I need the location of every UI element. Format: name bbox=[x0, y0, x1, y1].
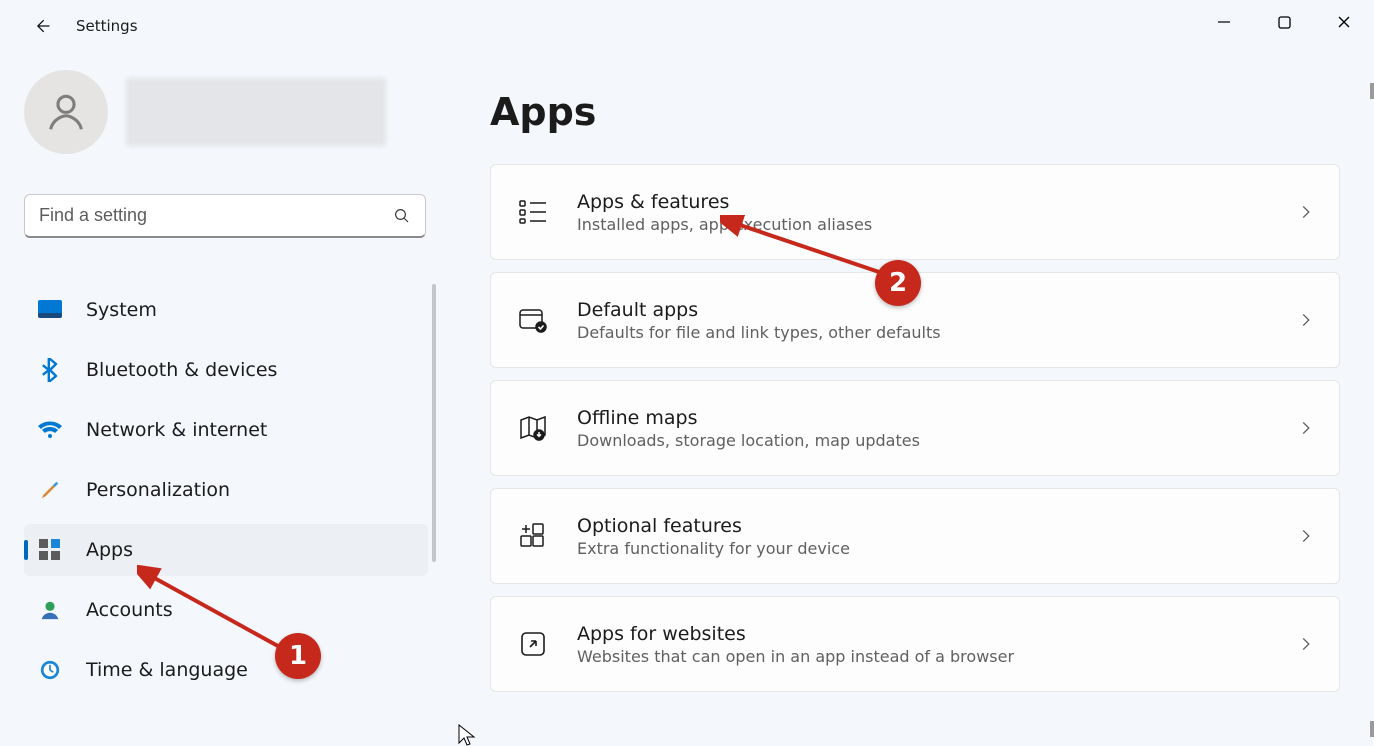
card-apps-websites[interactable]: Apps for websites Websites that can open… bbox=[490, 596, 1340, 692]
card-title: Apps for websites bbox=[577, 623, 1299, 645]
sidebar-item-label: Network & internet bbox=[86, 419, 267, 441]
apps-features-icon bbox=[517, 196, 549, 228]
sidebar-item-accounts[interactable]: Accounts bbox=[24, 584, 428, 636]
sidebar-item-bluetooth[interactable]: Bluetooth & devices bbox=[24, 344, 428, 396]
offline-maps-icon bbox=[517, 412, 549, 444]
sidebar-item-network[interactable]: Network & internet bbox=[24, 404, 428, 456]
card-title: Default apps bbox=[577, 299, 1299, 321]
window-controls bbox=[1194, 0, 1374, 44]
profile-name-redacted bbox=[126, 78, 386, 146]
search-input[interactable] bbox=[39, 205, 393, 226]
apps-websites-icon bbox=[517, 628, 549, 660]
search-box[interactable] bbox=[24, 194, 426, 238]
chevron-right-icon bbox=[1299, 205, 1313, 219]
sidebar-item-label: Apps bbox=[86, 539, 133, 561]
card-title: Optional features bbox=[577, 515, 1299, 537]
sidebar-item-time-language[interactable]: Time & language bbox=[24, 644, 428, 696]
arrow-left-icon bbox=[32, 16, 52, 36]
card-offline-maps[interactable]: Offline maps Downloads, storage location… bbox=[490, 380, 1340, 476]
sidebar-item-personalization[interactable]: Personalization bbox=[24, 464, 428, 516]
avatar bbox=[24, 70, 108, 154]
annotation-badge-1-label: 1 bbox=[289, 641, 307, 671]
card-subtitle: Extra functionality for your device bbox=[577, 539, 1299, 558]
clock-globe-icon bbox=[38, 658, 62, 682]
back-button[interactable] bbox=[22, 6, 62, 46]
card-apps-features[interactable]: Apps & features Installed apps, app exec… bbox=[490, 164, 1340, 260]
minimize-button[interactable] bbox=[1194, 0, 1254, 44]
page-scroll-bottom-hint[interactable] bbox=[1370, 721, 1374, 737]
sidebar: System Bluetooth & devices Network & int… bbox=[0, 52, 444, 743]
page-title: Apps bbox=[490, 90, 1340, 134]
sidebar-item-system[interactable]: System bbox=[24, 284, 428, 336]
profile-block[interactable] bbox=[24, 66, 434, 158]
display-icon bbox=[38, 298, 62, 322]
sidebar-item-label: Bluetooth & devices bbox=[86, 359, 277, 381]
sidebar-item-label: Accounts bbox=[86, 599, 173, 621]
bluetooth-icon bbox=[38, 358, 62, 382]
titlebar: Settings bbox=[0, 0, 1374, 52]
card-optional-features[interactable]: Optional features Extra functionality fo… bbox=[490, 488, 1340, 584]
page-scroll-top-hint[interactable] bbox=[1370, 83, 1374, 99]
chevron-right-icon bbox=[1299, 313, 1313, 327]
card-subtitle: Installed apps, app execution aliases bbox=[577, 215, 1299, 234]
close-button[interactable] bbox=[1314, 0, 1374, 44]
card-title: Offline maps bbox=[577, 407, 1299, 429]
sidebar-item-apps[interactable]: Apps bbox=[24, 524, 428, 576]
person-icon bbox=[43, 89, 89, 135]
chevron-right-icon bbox=[1299, 421, 1313, 435]
apps-icon bbox=[38, 538, 62, 562]
card-subtitle: Websites that can open in an app instead… bbox=[577, 647, 1299, 666]
optional-features-icon bbox=[517, 520, 549, 552]
annotation-badge-1: 1 bbox=[275, 633, 321, 679]
close-icon bbox=[1337, 15, 1351, 29]
nav-list: System Bluetooth & devices Network & int… bbox=[24, 284, 434, 704]
maximize-icon bbox=[1278, 16, 1291, 29]
maximize-button[interactable] bbox=[1254, 0, 1314, 44]
nav-scrollbar[interactable] bbox=[432, 284, 436, 562]
accounts-icon bbox=[38, 598, 62, 622]
chevron-right-icon bbox=[1299, 529, 1313, 543]
sidebar-item-label: System bbox=[86, 299, 157, 321]
card-subtitle: Defaults for file and link types, other … bbox=[577, 323, 1299, 342]
main-pane: Apps Apps & features Installed apps, app… bbox=[444, 52, 1374, 743]
annotation-badge-2: 2 bbox=[875, 260, 921, 306]
window-title: Settings bbox=[76, 17, 138, 35]
minimize-icon bbox=[1217, 15, 1231, 29]
sidebar-item-label: Personalization bbox=[86, 479, 230, 501]
default-apps-icon bbox=[517, 304, 549, 336]
card-title: Apps & features bbox=[577, 191, 1299, 213]
sidebar-item-label: Time & language bbox=[86, 659, 248, 681]
search-icon bbox=[393, 207, 411, 225]
card-subtitle: Downloads, storage location, map updates bbox=[577, 431, 1299, 450]
chevron-right-icon bbox=[1299, 637, 1313, 651]
paintbrush-icon bbox=[38, 478, 62, 502]
wifi-icon bbox=[38, 418, 62, 442]
annotation-badge-2-label: 2 bbox=[889, 268, 907, 298]
